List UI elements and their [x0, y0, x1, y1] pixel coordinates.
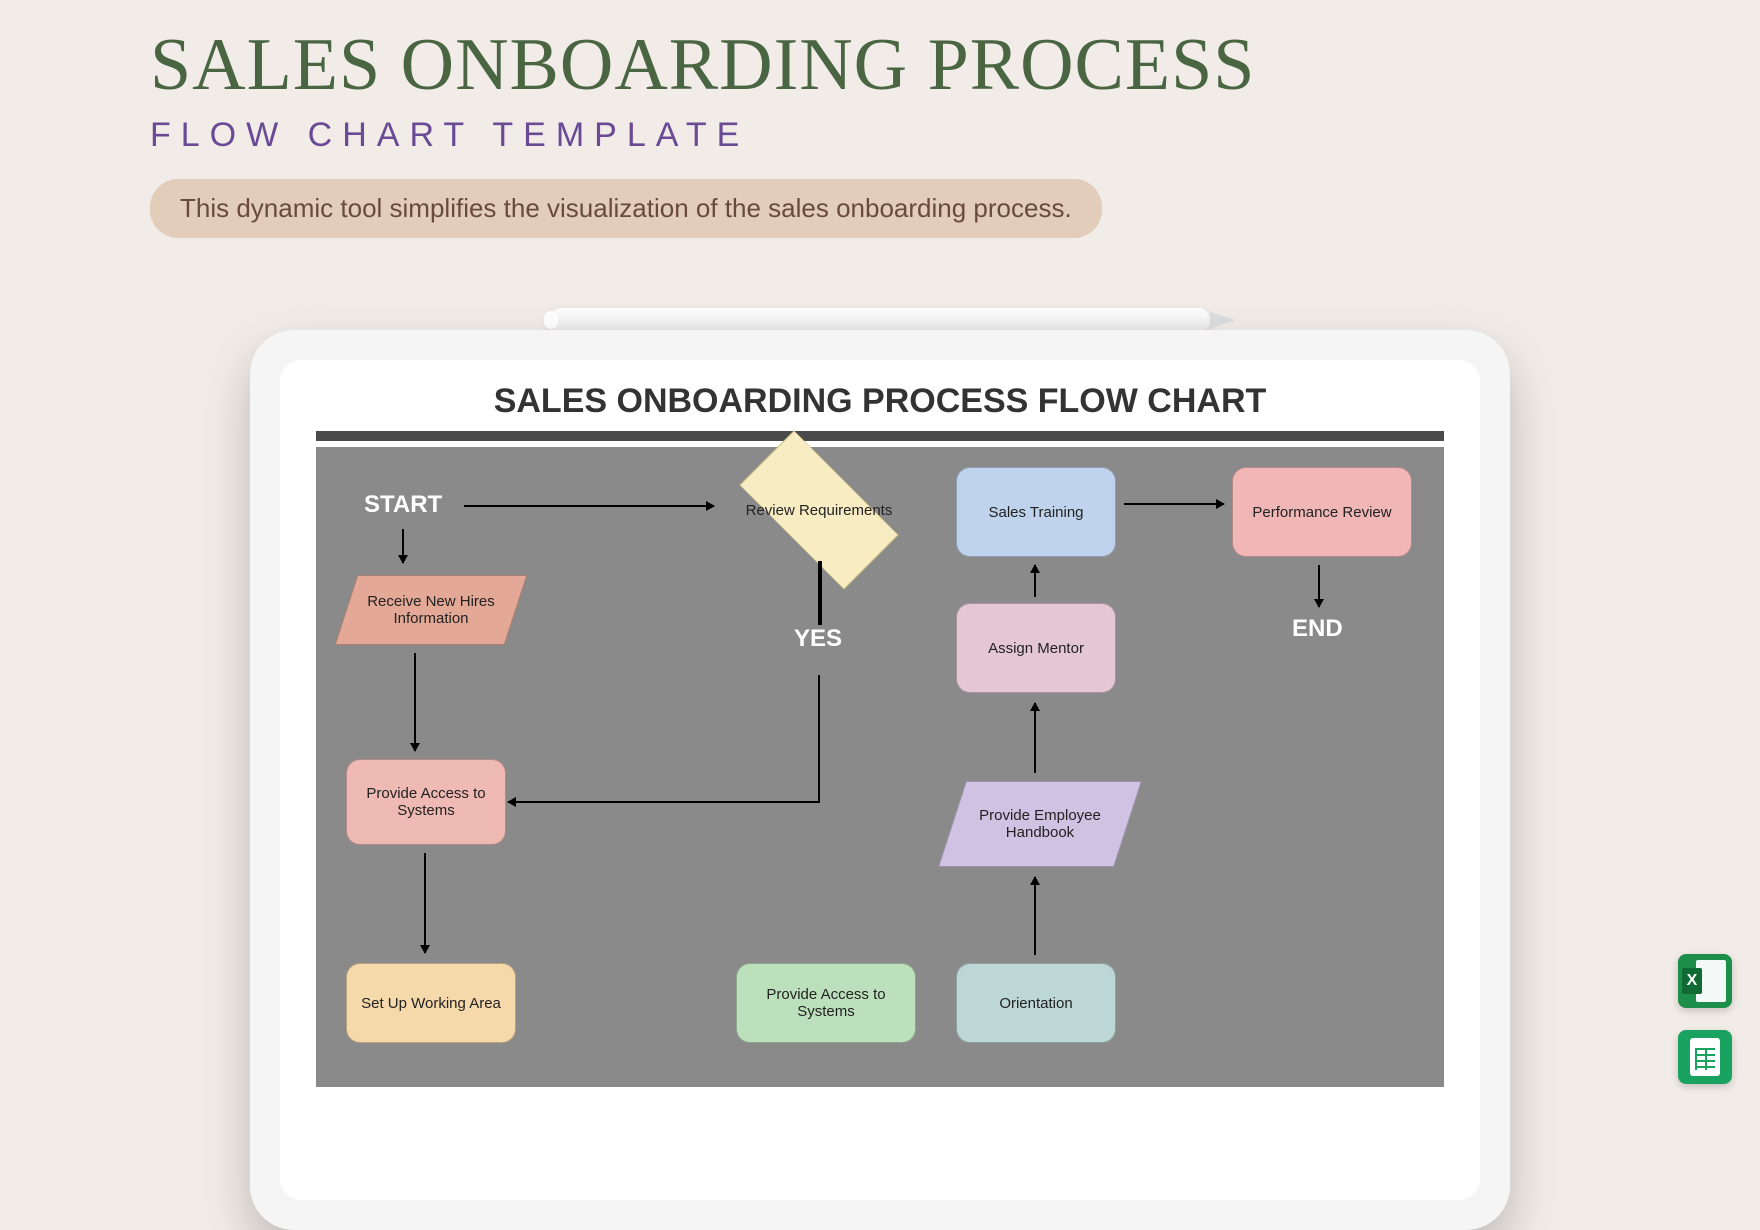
arrow-handbook-up: [1034, 703, 1036, 773]
node-review-requirements: Review Requirements: [714, 455, 924, 565]
node-provide-access-2: Provide Access to Systems: [736, 963, 916, 1043]
node-provide-handbook: Provide Employee Handbook: [938, 781, 1142, 867]
node-assign-mentor: Assign Mentor: [956, 603, 1116, 693]
line-yes-vert: [818, 675, 820, 803]
node-receive-new-hires: Receive New Hires Information: [335, 575, 528, 645]
arrow-start-down: [402, 529, 404, 563]
node-provide-access-1: Provide Access to Systems: [346, 759, 506, 845]
arrow-provide1-down: [424, 853, 426, 953]
node-receive-text: Receive New Hires Information: [353, 593, 509, 627]
node-handbook-text: Provide Employee Handbook: [959, 807, 1121, 841]
page-subtitle: FLOW CHART TEMPLATE: [150, 116, 1610, 155]
start-label: START: [364, 491, 442, 519]
page-title: SALES ONBOARDING PROCESS: [150, 28, 1610, 102]
tablet-mockup: SALES ONBOARDING PROCESS FLOW CHART STAR…: [250, 330, 1510, 1230]
arrow-mentor-up: [1034, 565, 1036, 597]
format-icons: [1678, 954, 1732, 1084]
tablet-screen: SALES ONBOARDING PROCESS FLOW CHART STAR…: [280, 360, 1480, 1200]
node-review-text: Review Requirements: [714, 455, 924, 565]
arrow-receive-down: [414, 653, 416, 751]
arrow-training-right: [1124, 503, 1224, 505]
arrow-perf-down: [1318, 565, 1320, 607]
arrow-yes-into-provide: [508, 801, 516, 803]
flowchart-canvas: START Review Requirements YES Receive Ne…: [316, 447, 1444, 1087]
line-yes-horiz: [516, 801, 820, 803]
flowchart-title: SALES ONBOARDING PROCESS FLOW CHART: [316, 382, 1444, 421]
title-rule: [316, 431, 1444, 441]
node-performance-review: Performance Review: [1232, 467, 1412, 557]
node-setup-working-area: Set Up Working Area: [346, 963, 516, 1043]
yes-label: YES: [794, 625, 842, 653]
excel-icon[interactable]: [1678, 954, 1732, 1008]
end-label: END: [1292, 615, 1343, 643]
description-pill: This dynamic tool simplifies the visuali…: [150, 179, 1102, 238]
arrow-start-right: [464, 505, 714, 507]
node-sales-training: Sales Training: [956, 467, 1116, 557]
stylus-graphic: [550, 308, 1210, 332]
line-review-down: [818, 561, 822, 625]
google-sheets-icon[interactable]: [1678, 1030, 1732, 1084]
arrow-orientation-up: [1034, 877, 1036, 955]
node-orientation: Orientation: [956, 963, 1116, 1043]
